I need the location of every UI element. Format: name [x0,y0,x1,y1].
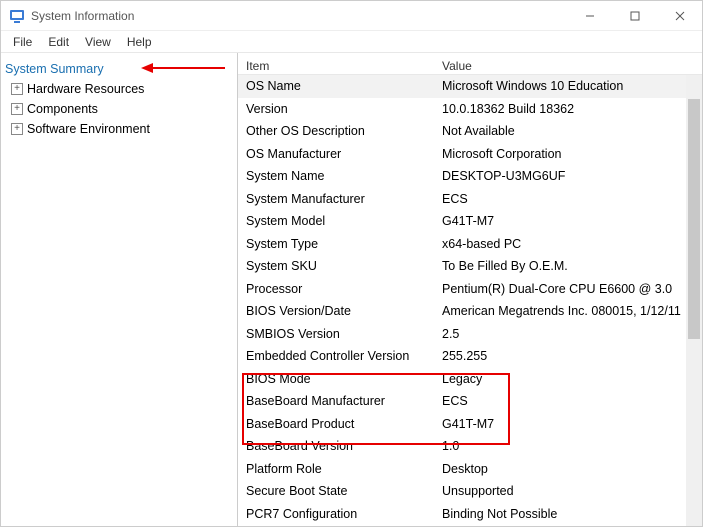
menu-edit[interactable]: Edit [40,33,77,51]
cell-item: Embedded Controller Version [238,349,438,363]
cell-value: DESKTOP-U3MG6UF [438,169,702,183]
maximize-button[interactable] [612,1,657,31]
app-icon [9,8,25,24]
cell-item: Version [238,102,438,116]
cell-item: Processor [238,282,438,296]
cell-value: 10.0.18362 Build 18362 [438,102,702,116]
plus-icon[interactable]: + [11,103,23,115]
scrollbar-thumb[interactable] [688,99,700,339]
tree-label: Hardware Resources [27,82,144,96]
cell-value: Microsoft Windows 10 Education [438,79,702,93]
menu-help[interactable]: Help [119,33,160,51]
menu-view[interactable]: View [77,33,119,51]
table-row[interactable]: BIOS Version/DateAmerican Megatrends Inc… [238,300,702,323]
column-header-value[interactable]: Value [438,59,702,73]
cell-item: SMBIOS Version [238,327,438,341]
cell-item: BaseBoard Version [238,439,438,453]
cell-value: 2.5 [438,327,702,341]
titlebar: System Information [1,1,702,31]
cell-item: BIOS Mode [238,372,438,386]
table-row[interactable]: Platform RoleDesktop [238,458,702,481]
cell-item: System Model [238,214,438,228]
close-button[interactable] [657,1,702,31]
cell-value: ECS [438,394,702,408]
tree-label: System Summary [5,62,104,76]
tree-pane: System Summary + Hardware Resources + Co… [1,53,238,526]
menu-file[interactable]: File [5,33,40,51]
cell-item: System Type [238,237,438,251]
cell-value: Microsoft Corporation [438,147,702,161]
table-row[interactable]: SMBIOS Version2.5 [238,323,702,346]
table-row[interactable]: ProcessorPentium(R) Dual-Core CPU E6600 … [238,278,702,301]
minimize-button[interactable] [567,1,612,31]
cell-value: G41T-M7 [438,214,702,228]
table-row[interactable]: Embedded Controller Version255.255 [238,345,702,368]
cell-item: System Name [238,169,438,183]
cell-value: 255.255 [438,349,702,363]
cell-value: G41T-M7 [438,417,702,431]
cell-value: ECS [438,192,702,206]
plus-icon[interactable]: + [11,123,23,135]
cell-item: OS Name [238,79,438,93]
tree-item-system-summary[interactable]: System Summary [1,59,237,79]
table-row[interactable]: System Typex64-based PC [238,233,702,256]
tree-label: Software Environment [27,122,150,136]
table-row[interactable]: System NameDESKTOP-U3MG6UF [238,165,702,188]
cell-item: OS Manufacturer [238,147,438,161]
cell-item: BaseBoard Manufacturer [238,394,438,408]
cell-value: Unsupported [438,484,702,498]
plus-icon[interactable]: + [11,83,23,95]
table-row[interactable]: BaseBoard Version1.0 [238,435,702,458]
scrollbar-track[interactable] [686,75,702,526]
cell-value: Not Available [438,124,702,138]
cell-item: Other OS Description [238,124,438,138]
tree-item-hardware-resources[interactable]: + Hardware Resources [1,79,237,99]
cell-value: Pentium(R) Dual-Core CPU E6600 @ 3.0 [438,282,702,296]
table-row[interactable]: OS ManufacturerMicrosoft Corporation [238,143,702,166]
cell-item: Platform Role [238,462,438,476]
cell-value: American Megatrends Inc. 080015, 1/12/11 [438,304,702,318]
detail-pane: Item Value OS NameMicrosoft Windows 10 E… [238,53,702,526]
table-row[interactable]: BaseBoard ProductG41T-M7 [238,413,702,436]
tree-label: Components [27,102,98,116]
cell-value: 1.0 [438,439,702,453]
tree-item-components[interactable]: + Components [1,99,237,119]
table-row[interactable]: System SKUTo Be Filled By O.E.M. [238,255,702,278]
menubar: File Edit View Help [1,31,702,53]
table-row[interactable]: Version10.0.18362 Build 18362 [238,98,702,121]
cell-item: BIOS Version/Date [238,304,438,318]
tree-item-software-environment[interactable]: + Software Environment [1,119,237,139]
cell-item: System SKU [238,259,438,273]
table-row[interactable]: BIOS ModeLegacy [238,368,702,391]
cell-value: To Be Filled By O.E.M. [438,259,702,273]
cell-item: BaseBoard Product [238,417,438,431]
rows-container: OS NameMicrosoft Windows 10 EducationVer… [238,75,702,526]
table-row[interactable]: Other OS DescriptionNot Available [238,120,702,143]
cell-value: Legacy [438,372,702,386]
cell-item: PCR7 Configuration [238,507,438,521]
cell-value: Binding Not Possible [438,507,702,521]
detail-header: Item Value [238,53,702,75]
table-row[interactable]: BaseBoard ManufacturerECS [238,390,702,413]
table-row[interactable]: OS NameMicrosoft Windows 10 Education [238,75,702,98]
column-header-item[interactable]: Item [238,59,438,73]
table-row[interactable]: PCR7 ConfigurationBinding Not Possible [238,503,702,526]
window-title: System Information [31,9,134,23]
cell-value: Desktop [438,462,702,476]
cell-item: Secure Boot State [238,484,438,498]
table-row[interactable]: Windows DirectoryC:\WINDOWS [238,525,702,526]
table-row[interactable]: Secure Boot StateUnsupported [238,480,702,503]
table-row[interactable]: System ManufacturerECS [238,188,702,211]
cell-value: x64-based PC [438,237,702,251]
table-row[interactable]: System ModelG41T-M7 [238,210,702,233]
content-area: System Summary + Hardware Resources + Co… [1,53,702,526]
cell-item: System Manufacturer [238,192,438,206]
